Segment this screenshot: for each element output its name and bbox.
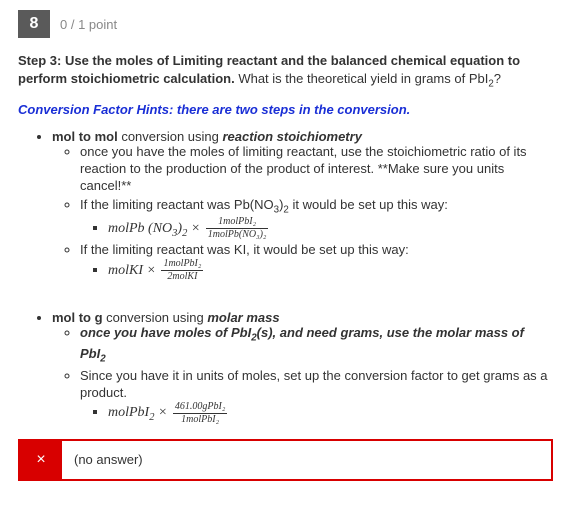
b2s2: Since you have it in units of moles, set…: [80, 368, 553, 425]
b2s2-formula-list: molPbI2 × 461.00gPbI₂1molPbI₂: [80, 402, 553, 425]
b1s3: If the limiting reactant was KI, it woul…: [80, 242, 553, 282]
b1s2-c: it would be set up this way:: [289, 197, 448, 212]
b2s1-sub2: 2: [100, 353, 105, 364]
bullet-mol-to-mol: mol to mol conversion using reaction sto…: [52, 129, 553, 282]
b2-sublist: once you have moles of PbI2(s), and need…: [52, 325, 553, 424]
b1-ital: reaction stoichiometry: [223, 129, 362, 144]
points-earned: 0 / 1 point: [60, 17, 117, 32]
b1-sublist: once you have the moles of limiting reac…: [52, 144, 553, 282]
formula-1: molPb (NO3)2 × 1molPbI₂1molPb(NO₃)₂: [108, 217, 553, 240]
f3-times: ×: [154, 405, 170, 420]
answer-box: × (no answer): [18, 439, 553, 481]
b2-ital: molar mass: [207, 310, 279, 325]
b1s2-a: If the limiting reactant was Pb(NO: [80, 197, 274, 212]
f2-frac: 1molPbI₂2molKI: [161, 259, 203, 282]
b2-lead: mol to g: [52, 310, 103, 325]
f1-num: 1molPbI₂: [206, 217, 269, 229]
hints-heading: Conversion Factor Hints: there are two s…: [18, 102, 553, 117]
f1-times: ×: [187, 221, 203, 236]
b2-rest: conversion using: [103, 310, 208, 325]
stem-tail: ?: [494, 71, 501, 86]
formula1-text: molPb (NO3)2 × 1molPbI₂1molPb(NO₃)₂: [108, 221, 270, 236]
formula2-text: molKI × 1molPbI₂2molKI: [108, 263, 205, 278]
b1-rest: conversion using: [118, 129, 223, 144]
b1s2-formula-list: molPb (NO3)2 × 1molPbI₂1molPb(NO₃)₂: [80, 217, 553, 240]
hints-list-2: mol to g conversion using molar mass onc…: [18, 310, 553, 424]
f1-frac: 1molPbI₂1molPb(NO₃)₂: [206, 217, 269, 240]
f1-lead: molPb (NO: [108, 221, 172, 236]
b2s1-a: once you have moles of PbI: [80, 325, 251, 340]
b1s3-text: If the limiting reactant was KI, it woul…: [80, 242, 409, 257]
f2-num: 1molPbI₂: [161, 259, 203, 271]
f2-den: 2molKI: [161, 271, 203, 282]
formula3-text: molPbI2 × 461.00gPbI₂1molPbI₂: [108, 405, 229, 420]
question-header: 8 0 / 1 point: [18, 10, 553, 38]
stem-rest: What is the theoretical yield in grams o…: [235, 71, 489, 86]
b2s2-text: Since you have it in units of moles, set…: [80, 368, 548, 400]
formula-3: molPbI2 × 461.00gPbI₂1molPbI₂: [108, 402, 553, 425]
hints-list: mol to mol conversion using reaction sto…: [18, 129, 553, 282]
f3-frac: 461.00gPbI₂1molPbI₂: [173, 402, 227, 425]
b1s2: If the limiting reactant was Pb(NO3)2 it…: [80, 197, 553, 240]
spacer: [18, 286, 553, 310]
f3-num: 461.00gPbI₂: [173, 402, 227, 414]
question-number: 8: [18, 10, 50, 38]
b1s3-formula-list: molKI × 1molPbI₂2molKI: [80, 259, 553, 282]
f1-den: 1molPb(NO₃)₂: [206, 229, 269, 240]
formula-2: molKI × 1molPbI₂2molKI: [108, 259, 553, 282]
b2s1: once you have moles of PbI2(s), and need…: [80, 325, 553, 366]
b1s1: once you have the moles of limiting reac…: [80, 144, 553, 195]
f2-lead: molKI ×: [108, 263, 159, 278]
f3-lead: molPbI: [108, 405, 149, 420]
f3-den: 1molPbI₂: [173, 414, 227, 425]
answer-text: (no answer): [62, 441, 143, 479]
incorrect-icon: ×: [20, 441, 62, 479]
question-stem: Step 3: Use the moles of Limiting reacta…: [18, 52, 553, 90]
bullet-mol-to-g: mol to g conversion using molar mass onc…: [52, 310, 553, 424]
b1-lead: mol to mol: [52, 129, 118, 144]
question-container: 8 0 / 1 point Step 3: Use the moles of L…: [0, 0, 571, 499]
